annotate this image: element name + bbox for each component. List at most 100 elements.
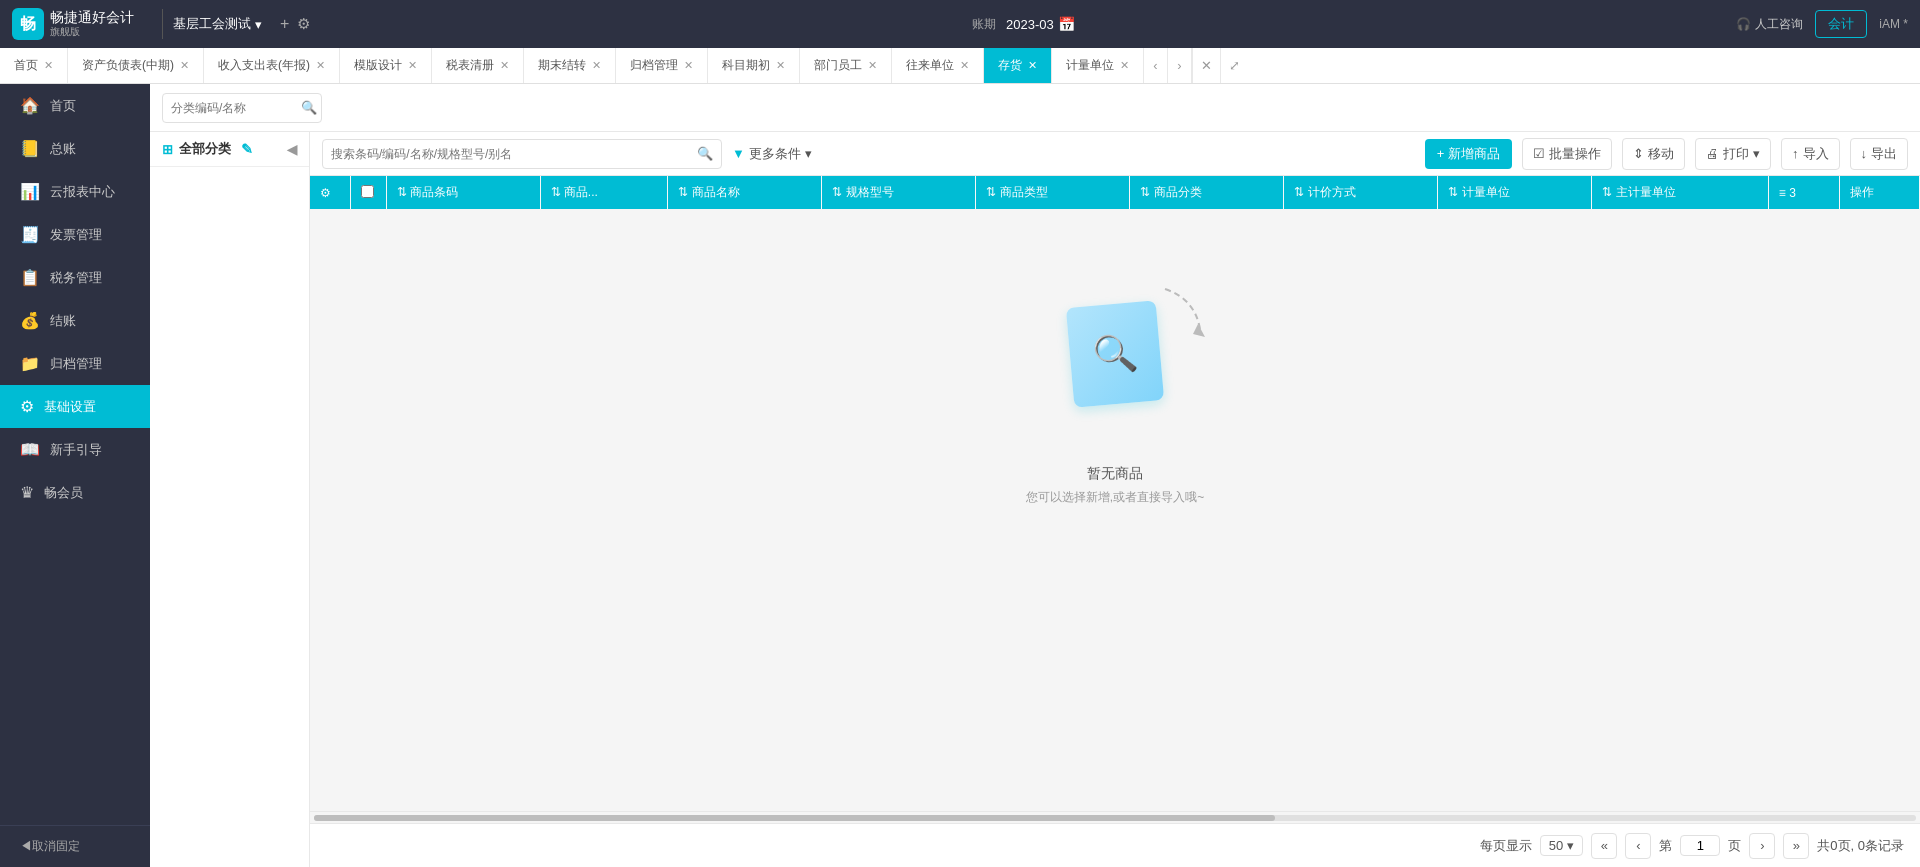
tab-close-homepage[interactable]: ✕ bbox=[44, 59, 53, 72]
prev-page-btn[interactable]: ‹ bbox=[1625, 833, 1651, 859]
import-btn[interactable]: ↑ 导入 bbox=[1781, 138, 1840, 170]
iam-label: iAM * bbox=[1879, 17, 1908, 31]
sidebar-item-settlement[interactable]: 💰 结账 bbox=[0, 299, 150, 342]
first-page-btn[interactable]: « bbox=[1591, 833, 1617, 859]
tab-close-all-btn[interactable]: ✕ bbox=[1192, 48, 1220, 84]
chevron-down-icon: ▾ bbox=[805, 146, 812, 161]
tab-balance-sheet[interactable]: 资产负债表(中期) ✕ bbox=[68, 48, 204, 84]
edit-category-icon[interactable]: ✎ bbox=[241, 141, 253, 157]
empty-doc-icon: 🔍 bbox=[1066, 300, 1164, 407]
account-button[interactable]: 会计 bbox=[1815, 10, 1867, 38]
tab-period-end[interactable]: 期末结转 ✕ bbox=[524, 48, 616, 84]
add-product-btn[interactable]: + 新增商品 bbox=[1425, 139, 1512, 169]
help-btn[interactable]: 🎧 人工咨询 bbox=[1736, 16, 1803, 33]
page-size-label: 每页显示 bbox=[1480, 837, 1532, 855]
empty-state: 🔍 暂无商品 您可以选择新增,或者直接导入哦~ bbox=[310, 209, 1920, 566]
calendar-icon[interactable]: 📅 bbox=[1058, 16, 1075, 32]
category-search-icon[interactable]: 🔍 bbox=[301, 100, 317, 115]
product-search-input[interactable] bbox=[331, 147, 697, 161]
org-name[interactable]: 基层工会测试 ▾ bbox=[173, 15, 262, 33]
tab-income-statement[interactable]: 收入支出表(年报) ✕ bbox=[204, 48, 340, 84]
tab-close-inventory[interactable]: ✕ bbox=[1028, 59, 1037, 72]
membership-icon: ♛ bbox=[20, 483, 34, 502]
col-price-method: ⇅ 计价方式 bbox=[1284, 176, 1438, 209]
cloud-report-icon: 📊 bbox=[20, 182, 40, 201]
tab-next-btn[interactable]: › bbox=[1168, 48, 1192, 84]
export-btn[interactable]: ↓ 导出 bbox=[1850, 138, 1909, 170]
horizontal-scrollbar[interactable] bbox=[310, 811, 1920, 823]
scrollbar-thumb[interactable] bbox=[314, 815, 1275, 821]
tab-dept-employee[interactable]: 部门员工 ✕ bbox=[800, 48, 892, 84]
select-all-checkbox[interactable] bbox=[361, 185, 374, 198]
page-size-select[interactable]: 50 ▾ bbox=[1540, 835, 1583, 856]
scrollbar-track[interactable] bbox=[314, 815, 1916, 821]
tab-prev-btn[interactable]: ‹ bbox=[1144, 48, 1168, 84]
sidebar-item-guide[interactable]: 📖 新手引导 bbox=[0, 428, 150, 471]
tab-close-income[interactable]: ✕ bbox=[316, 59, 325, 72]
app-subtitle: 旗舰版 bbox=[50, 25, 134, 39]
sidebar-item-archive[interactable]: 📁 归档管理 bbox=[0, 342, 150, 385]
product-search-icon[interactable]: 🔍 bbox=[697, 146, 713, 161]
tab-subject-init[interactable]: 科目期初 ✕ bbox=[708, 48, 800, 84]
sidebar-item-home[interactable]: 🏠 首页 bbox=[0, 84, 150, 127]
col-extra[interactable]: ≡ 3 bbox=[1768, 176, 1839, 209]
tab-tax-table[interactable]: 税表清册 ✕ bbox=[432, 48, 524, 84]
tab-close-subject[interactable]: ✕ bbox=[776, 59, 785, 72]
col-settings-icon[interactable]: ⚙ bbox=[310, 176, 350, 209]
sort-type-icon[interactable]: ⇅ bbox=[986, 185, 996, 199]
page-label: 第 bbox=[1659, 837, 1672, 855]
sidebar-item-cloud-report[interactable]: 📊 云报表中心 bbox=[0, 170, 150, 213]
more-conditions-btn[interactable]: ▼ 更多条件 ▾ bbox=[732, 145, 812, 163]
print-dropdown-icon[interactable]: ▾ bbox=[1753, 146, 1760, 161]
tab-counterpart[interactable]: 往来单位 ✕ bbox=[892, 48, 984, 84]
main-layout: 🏠 首页 📒 总账 📊 云报表中心 🧾 发票管理 📋 税务管理 💰 结账 📁 归… bbox=[0, 84, 1920, 867]
tab-inventory[interactable]: 存货 ✕ bbox=[984, 48, 1052, 84]
settings-gear-icon[interactable]: ⚙ bbox=[297, 15, 310, 33]
sidebar-item-general-ledger[interactable]: 📒 总账 bbox=[0, 127, 150, 170]
tab-close-balance[interactable]: ✕ bbox=[180, 59, 189, 72]
grid-icon: ⊞ bbox=[162, 142, 173, 157]
org-dropdown-icon[interactable]: ▾ bbox=[255, 17, 262, 32]
tab-close-template[interactable]: ✕ bbox=[408, 59, 417, 72]
sidebar-item-basic-settings[interactable]: ⚙ 基础设置 bbox=[0, 385, 150, 428]
category-search-input[interactable] bbox=[171, 101, 301, 115]
page-size-dropdown-icon[interactable]: ▾ bbox=[1567, 838, 1574, 853]
tab-template-design[interactable]: 模版设计 ✕ bbox=[340, 48, 432, 84]
last-page-btn[interactable]: » bbox=[1783, 833, 1809, 859]
tab-expand-btn[interactable]: ⤢ bbox=[1220, 48, 1248, 84]
tab-close-tax[interactable]: ✕ bbox=[500, 59, 509, 72]
sidebar-item-tax[interactable]: 📋 税务管理 bbox=[0, 256, 150, 299]
col-checkbox[interactable] bbox=[350, 176, 386, 209]
sort-category-icon[interactable]: ⇅ bbox=[1140, 185, 1150, 199]
tab-close-unit[interactable]: ✕ bbox=[1120, 59, 1129, 72]
next-page-btn[interactable]: › bbox=[1749, 833, 1775, 859]
sort-unit-icon[interactable]: ⇅ bbox=[1448, 185, 1458, 199]
move-btn[interactable]: ⇕ 移动 bbox=[1622, 138, 1685, 170]
sidebar-unpin-btn[interactable]: ◀︎取消固定 bbox=[0, 825, 150, 867]
sort-main-unit-icon[interactable]: ⇅ bbox=[1602, 185, 1612, 199]
tab-close-archive[interactable]: ✕ bbox=[684, 59, 693, 72]
add-tab-btn[interactable]: + bbox=[280, 15, 289, 33]
col-unit: ⇅ 计量单位 bbox=[1438, 176, 1592, 209]
print-btn[interactable]: 🖨 打印 ▾ bbox=[1695, 138, 1771, 170]
import-icon: ↑ bbox=[1792, 146, 1799, 161]
product-table-wrap: ⚙ ⇅ 商品条码 ⇅ 商品... bbox=[310, 176, 1920, 811]
col-category: ⇅ 商品分类 bbox=[1130, 176, 1284, 209]
tab-close-counterpart[interactable]: ✕ bbox=[960, 59, 969, 72]
tab-close-dept[interactable]: ✕ bbox=[868, 59, 877, 72]
batch-ops-btn[interactable]: ☑ 批量操作 bbox=[1522, 138, 1612, 170]
tab-homepage[interactable]: 首页 ✕ bbox=[0, 48, 68, 84]
tab-archive[interactable]: 归档管理 ✕ bbox=[616, 48, 708, 84]
page-number-input[interactable] bbox=[1680, 835, 1720, 856]
sidebar-item-membership[interactable]: ♛ 畅会员 bbox=[0, 471, 150, 514]
sort-spec-icon[interactable]: ⇅ bbox=[832, 185, 842, 199]
sort-name-icon[interactable]: ⇅ bbox=[678, 185, 688, 199]
sort-price-icon[interactable]: ⇅ bbox=[1294, 185, 1304, 199]
sort-code-icon[interactable]: ⇅ bbox=[551, 185, 561, 199]
sidebar-item-invoice[interactable]: 🧾 发票管理 bbox=[0, 213, 150, 256]
tab-unit[interactable]: 计量单位 ✕ bbox=[1052, 48, 1144, 84]
collapse-panel-icon[interactable]: ◀ bbox=[287, 142, 297, 157]
tab-close-period[interactable]: ✕ bbox=[592, 59, 601, 72]
sort-barcode-icon[interactable]: ⇅ bbox=[397, 185, 407, 199]
total-records-label: 共0页, 0条记录 bbox=[1817, 837, 1904, 855]
